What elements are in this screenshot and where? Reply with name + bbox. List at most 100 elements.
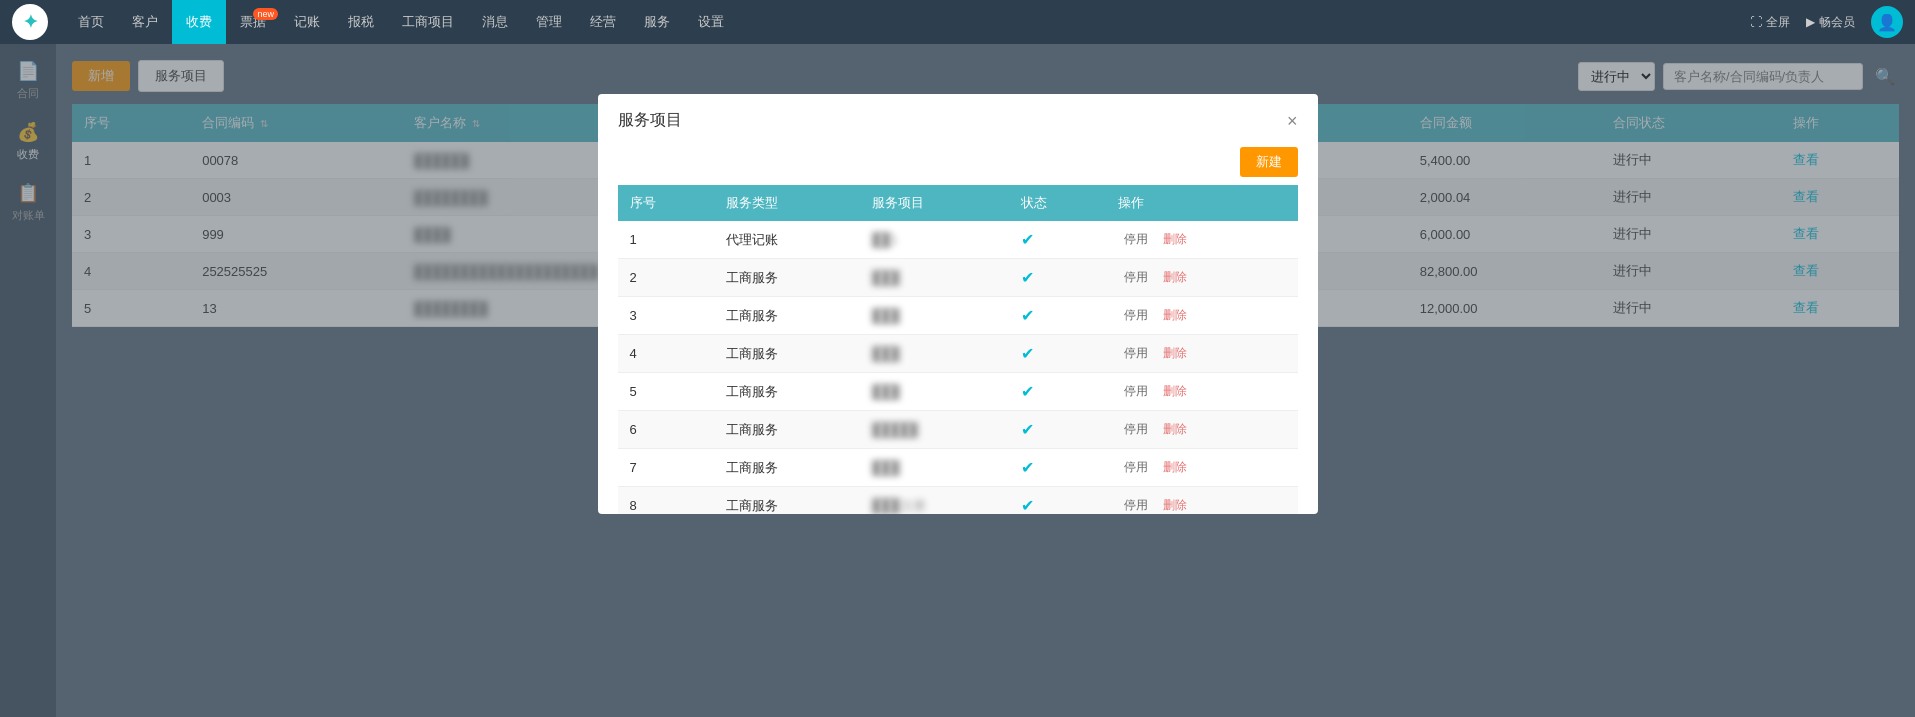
delete-button[interactable]: 删除 (1157, 381, 1193, 402)
modal-table-row: 2 工商服务 ███ ✔ 停用 删除 (618, 259, 1298, 297)
delete-button[interactable]: 删除 (1157, 419, 1193, 440)
stop-button[interactable]: 停用 (1118, 457, 1154, 478)
modal-title: 服务项目 (618, 110, 682, 131)
modal-overlay: 服务项目 × 新建 序号 服务类型 服务项目 状态 操作 1 代理记账 (0, 44, 1915, 717)
modal-cell-type: 工商服务 (714, 259, 860, 297)
delete-button[interactable]: 删除 (1157, 229, 1193, 250)
nav-menu: 首页 客户 收费 票据 new 记账 报税 工商项目 消息 管理 经营 服务 设… (64, 0, 1750, 44)
nav-item-service[interactable]: 服务 (630, 0, 684, 44)
modal-cell-item: ███ (860, 449, 1009, 487)
fullscreen-button[interactable]: ⛶ 全屏 (1750, 14, 1790, 31)
modal-cell-type: 工商服务 (714, 373, 860, 411)
modal-cell-seq: 3 (618, 297, 714, 335)
modal-cell-type: 工商服务 (714, 335, 860, 373)
nav-item-message[interactable]: 消息 (468, 0, 522, 44)
modal-cell-status: ✔ (1009, 411, 1105, 449)
status-active-icon: ✔ (1021, 497, 1034, 514)
modal-cell-status: ✔ (1009, 373, 1105, 411)
modal-new-button[interactable]: 新建 (1240, 147, 1298, 177)
nav-item-charge[interactable]: 收费 (172, 0, 226, 44)
modal-cell-item: ██1 (860, 221, 1009, 259)
modal-close-button[interactable]: × (1287, 112, 1298, 130)
modal-cell-actions: 停用 删除 (1106, 449, 1298, 487)
modal-cell-item: ███注册 (860, 487, 1009, 515)
modal-cell-actions: 停用 删除 (1106, 297, 1298, 335)
modal-cell-actions: 停用 删除 (1106, 487, 1298, 515)
modal-cell-seq: 1 (618, 221, 714, 259)
modal-table-row: 6 工商服务 █████ ✔ 停用 删除 (618, 411, 1298, 449)
modal-cell-seq: 4 (618, 335, 714, 373)
modal-cell-seq: 2 (618, 259, 714, 297)
delete-button[interactable]: 删除 (1157, 305, 1193, 326)
nav-item-business[interactable]: 工商项目 (388, 0, 468, 44)
stop-button[interactable]: 停用 (1118, 343, 1154, 364)
service-items-modal: 服务项目 × 新建 序号 服务类型 服务项目 状态 操作 1 代理记账 (598, 94, 1318, 514)
modal-table-row: 4 工商服务 ███ ✔ 停用 删除 (618, 335, 1298, 373)
modal-cell-actions: 停用 删除 (1106, 411, 1298, 449)
nav-item-operation[interactable]: 经营 (576, 0, 630, 44)
modal-cell-type: 工商服务 (714, 487, 860, 515)
modal-cell-item: ███ (860, 335, 1009, 373)
member-button[interactable]: ▶ 畅会员 (1806, 14, 1855, 31)
modal-cell-actions: 停用 删除 (1106, 221, 1298, 259)
modal-cell-actions: 停用 删除 (1106, 373, 1298, 411)
modal-cell-status: ✔ (1009, 297, 1105, 335)
nav-item-home[interactable]: 首页 (64, 0, 118, 44)
member-icon: ▶ (1806, 15, 1815, 29)
modal-cell-seq: 6 (618, 411, 714, 449)
modal-toolbar: 新建 (598, 139, 1318, 185)
nav-item-manage[interactable]: 管理 (522, 0, 576, 44)
logo-icon: ✦ (23, 11, 38, 33)
stop-button[interactable]: 停用 (1118, 267, 1154, 288)
nav-right-area: ⛶ 全屏 ▶ 畅会员 👤 (1750, 6, 1903, 38)
modal-cell-status: ✔ (1009, 259, 1105, 297)
nav-item-invoice[interactable]: 票据 new (226, 0, 280, 44)
delete-button[interactable]: 删除 (1157, 495, 1193, 514)
status-active-icon: ✔ (1021, 459, 1034, 476)
status-active-icon: ✔ (1021, 307, 1034, 324)
modal-col-type: 服务类型 (714, 185, 860, 221)
nav-item-settings[interactable]: 设置 (684, 0, 738, 44)
modal-body: 序号 服务类型 服务项目 状态 操作 1 代理记账 ██1 ✔ 停用 删除 2 … (598, 185, 1318, 514)
top-navigation: ✦ 首页 客户 收费 票据 new 记账 报税 工商项目 消息 管理 经营 服务… (0, 0, 1915, 44)
modal-cell-status: ✔ (1009, 221, 1105, 259)
modal-cell-status: ✔ (1009, 487, 1105, 515)
modal-cell-seq: 8 (618, 487, 714, 515)
modal-cell-item: ███ (860, 259, 1009, 297)
avatar[interactable]: 👤 (1871, 6, 1903, 38)
modal-cell-status: ✔ (1009, 335, 1105, 373)
stop-button[interactable]: 停用 (1118, 305, 1154, 326)
modal-cell-actions: 停用 删除 (1106, 335, 1298, 373)
modal-cell-status: ✔ (1009, 449, 1105, 487)
modal-cell-seq: 5 (618, 373, 714, 411)
modal-cell-seq: 7 (618, 449, 714, 487)
delete-button[interactable]: 删除 (1157, 267, 1193, 288)
modal-table-row: 3 工商服务 ███ ✔ 停用 删除 (618, 297, 1298, 335)
delete-button[interactable]: 删除 (1157, 457, 1193, 478)
stop-button[interactable]: 停用 (1118, 495, 1154, 514)
avatar-icon: 👤 (1877, 13, 1897, 32)
modal-col-status: 状态 (1009, 185, 1105, 221)
modal-header: 服务项目 × (598, 94, 1318, 139)
modal-table-row: 8 工商服务 ███注册 ✔ 停用 删除 (618, 487, 1298, 515)
modal-cell-actions: 停用 删除 (1106, 259, 1298, 297)
status-active-icon: ✔ (1021, 421, 1034, 438)
status-active-icon: ✔ (1021, 383, 1034, 400)
logo[interactable]: ✦ (12, 4, 48, 40)
fullscreen-icon: ⛶ (1750, 15, 1762, 29)
modal-cell-item: █████ (860, 411, 1009, 449)
nav-item-bookkeeping[interactable]: 记账 (280, 0, 334, 44)
stop-button[interactable]: 停用 (1118, 381, 1154, 402)
modal-cell-type: 工商服务 (714, 297, 860, 335)
status-active-icon: ✔ (1021, 345, 1034, 362)
status-active-icon: ✔ (1021, 231, 1034, 248)
nav-item-client[interactable]: 客户 (118, 0, 172, 44)
stop-button[interactable]: 停用 (1118, 419, 1154, 440)
status-active-icon: ✔ (1021, 269, 1034, 286)
nav-item-tax[interactable]: 报税 (334, 0, 388, 44)
modal-col-item: 服务项目 (860, 185, 1009, 221)
modal-cell-item: ███ (860, 373, 1009, 411)
delete-button[interactable]: 删除 (1157, 343, 1193, 364)
stop-button[interactable]: 停用 (1118, 229, 1154, 250)
modal-col-seq: 序号 (618, 185, 714, 221)
